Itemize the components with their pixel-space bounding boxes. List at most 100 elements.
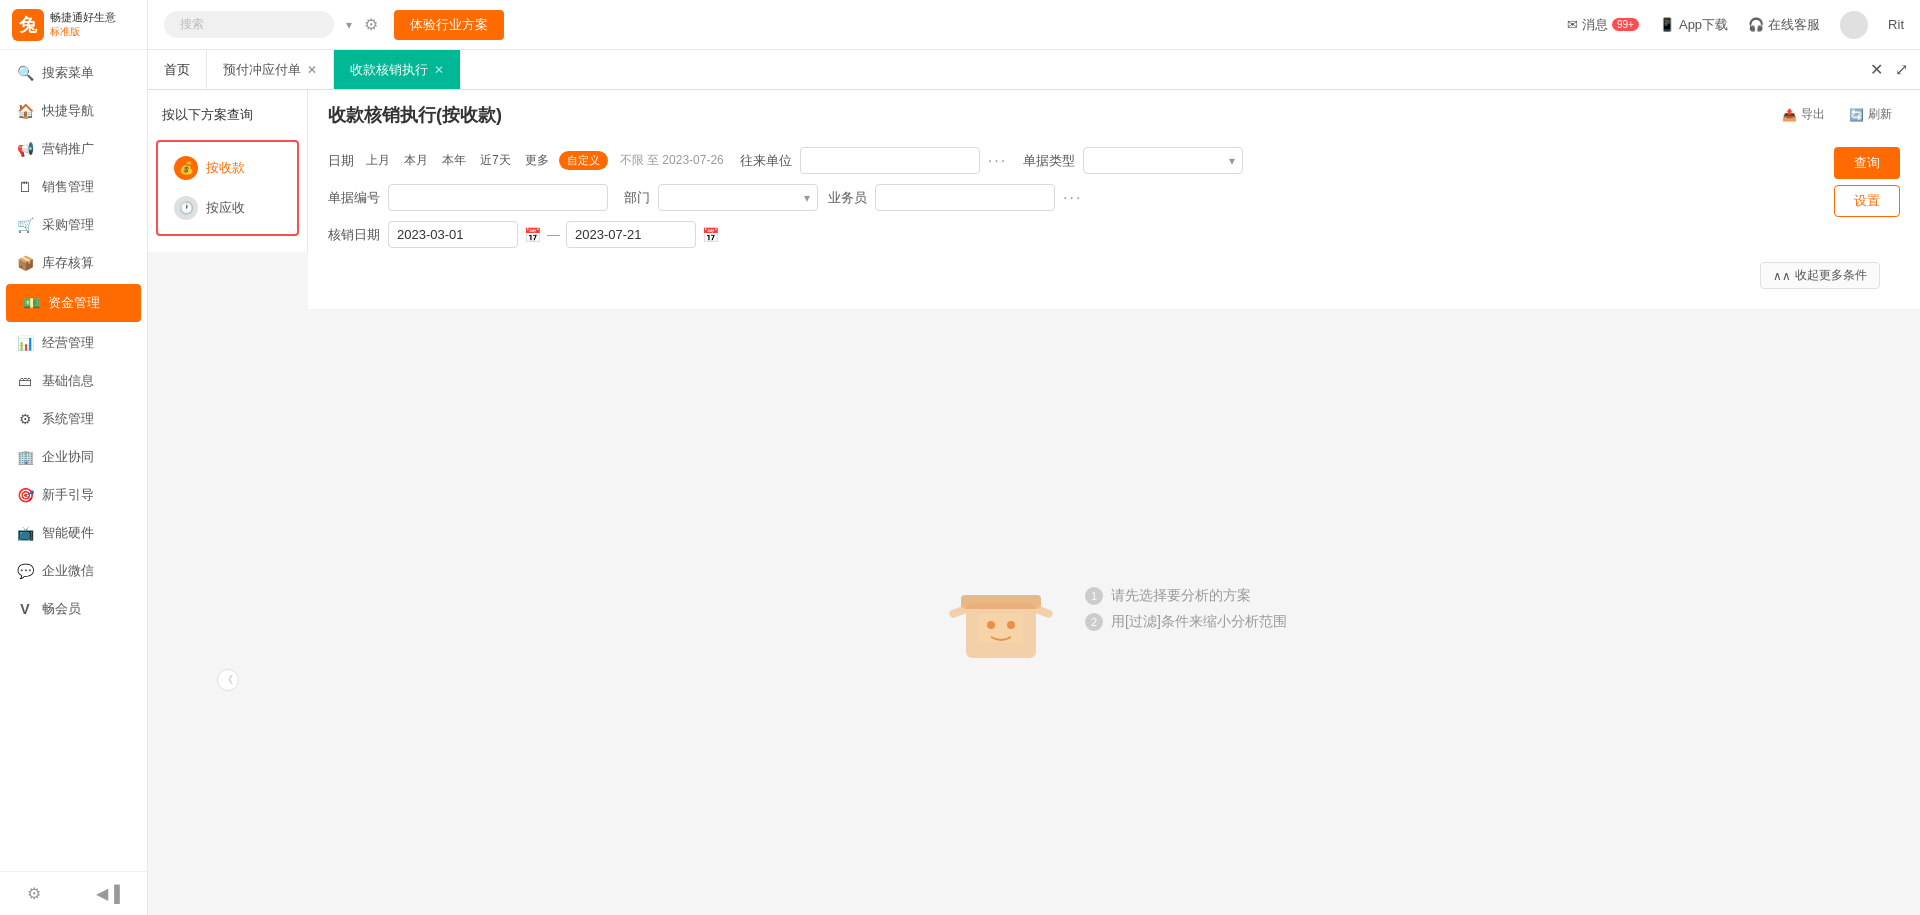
salesperson-dots-button[interactable]: ··· xyxy=(1063,189,1082,207)
svg-rect-6 xyxy=(1034,605,1054,619)
industry-solution-button[interactable]: 体验行业方案 xyxy=(394,10,504,40)
sidebar-label-purchase: 采购管理 xyxy=(42,216,94,234)
settings-bottom-icon[interactable]: ⚙ xyxy=(19,880,49,907)
sidebar-item-member[interactable]: V 畅会员 xyxy=(0,590,147,628)
doc-number-group: 单据编号 xyxy=(328,184,608,211)
sidebar-item-system[interactable]: ⚙ 系统管理 xyxy=(0,400,147,438)
export-icon: 📤 xyxy=(1782,108,1797,122)
export-label: 导出 xyxy=(1801,106,1825,123)
sidebar-label-sales: 销售管理 xyxy=(42,178,94,196)
filter-item-by-receivable[interactable]: 🕐 按应收 xyxy=(162,188,293,228)
receipt-filter-icon: 💰 xyxy=(174,156,198,180)
tabbar-controls: ✕ ⤢ xyxy=(1858,50,1920,89)
refresh-button[interactable]: 🔄 刷新 xyxy=(1841,102,1900,127)
query-button[interactable]: 查询 xyxy=(1834,147,1900,179)
filter-panel-border: 💰 按收款 🕐 按应收 xyxy=(156,140,299,236)
verification-date-end-input[interactable] xyxy=(566,221,696,248)
verification-date-group: 核销日期 📅 — 📅 xyxy=(328,221,719,248)
sidebar-item-finance[interactable]: 💵 资金管理 xyxy=(6,284,141,322)
app-edition: 标准版 xyxy=(50,25,116,39)
maximize-icon[interactable]: ⤢ xyxy=(1895,60,1908,79)
doc-type-select-wrapper xyxy=(1083,147,1243,174)
tab-home-label: 首页 xyxy=(164,61,190,79)
collapse-more-button[interactable]: ∧∧ 收起更多条件 xyxy=(1760,262,1880,289)
salesperson-label: 业务员 xyxy=(828,189,867,207)
doc-type-select[interactable] xyxy=(1083,147,1243,174)
department-select-wrapper xyxy=(658,184,818,211)
tab-home[interactable]: 首页 xyxy=(148,50,207,89)
filter-panel-collapse-button[interactable]: 《 xyxy=(217,669,239,691)
salesperson-input[interactable] xyxy=(875,184,1055,211)
sidebar: 兔 畅捷通好生意 标准版 🔍 搜索菜单 🏠 快捷导航 📢 营销推广 🗒 销售管理… xyxy=(0,0,148,915)
sidebar-item-inventory[interactable]: 📦 库存核算 xyxy=(0,244,147,282)
sidebar-item-sales[interactable]: 🗒 销售管理 xyxy=(0,168,147,206)
doc-number-label: 单据编号 xyxy=(328,189,380,207)
verification-date-end-cal-icon[interactable]: 📅 xyxy=(702,227,719,243)
sidebar-item-marketing[interactable]: 📢 营销推广 xyxy=(0,130,147,168)
collapse-sidebar-icon[interactable]: ◀▐ xyxy=(88,880,127,907)
filter-item-by-receipt[interactable]: 💰 按收款 xyxy=(162,148,293,188)
svg-point-4 xyxy=(1007,621,1015,629)
date-btn-this-year[interactable]: 本年 xyxy=(438,150,470,171)
sidebar-item-operations[interactable]: 📊 经营管理 xyxy=(0,324,147,362)
guide-icon: 🎯 xyxy=(16,486,34,504)
collapse-chevron-icon: ∧∧ xyxy=(1773,269,1791,283)
app-download-button[interactable]: 📱 App下载 xyxy=(1659,16,1728,34)
refresh-icon: 🔄 xyxy=(1849,108,1864,122)
sidebar-item-guide[interactable]: 🎯 新手引导 xyxy=(0,476,147,514)
export-button[interactable]: 📤 导出 xyxy=(1774,102,1833,127)
date-btn-this-month[interactable]: 本月 xyxy=(400,150,432,171)
date-btn-last-month[interactable]: 上月 xyxy=(362,150,394,171)
sidebar-label-guide: 新手引导 xyxy=(42,486,94,504)
sidebar-label-basic-info: 基础信息 xyxy=(42,372,94,390)
message-label: 消息 xyxy=(1582,16,1608,34)
sidebar-item-purchase[interactable]: 🛒 采购管理 xyxy=(0,206,147,244)
counterparty-group: 往来单位 ··· xyxy=(740,147,1007,174)
date-btn-custom[interactable]: 自定义 xyxy=(559,151,608,170)
topbar-gear-icon[interactable]: ⚙ xyxy=(364,15,378,34)
tab-prepay-close-icon[interactable]: ✕ xyxy=(307,63,317,77)
sidebar-item-basic-info[interactable]: 🗃 基础信息 xyxy=(0,362,147,400)
user-name: Rit xyxy=(1888,17,1904,32)
department-select[interactable] xyxy=(658,184,818,211)
tab-receipt-close-icon[interactable]: ✕ xyxy=(434,63,444,77)
online-service-button[interactable]: 🎧 在线客服 xyxy=(1748,16,1820,34)
sidebar-item-enterprise-coop[interactable]: 🏢 企业协同 xyxy=(0,438,147,476)
user-avatar[interactable] xyxy=(1840,11,1868,39)
close-window-icon[interactable]: ✕ xyxy=(1870,60,1883,79)
page-header: 收款核销执行(按收款) 📤 导出 🔄 刷新 xyxy=(308,90,1920,135)
date-btn-7days[interactable]: 近7天 xyxy=(476,150,515,171)
empty-hint-1-text: 请先选择要分析的方案 xyxy=(1111,587,1251,605)
doc-number-input[interactable] xyxy=(388,184,608,211)
tab-receipt[interactable]: 收款核销执行 ✕ xyxy=(334,50,461,89)
sidebar-label-quick-nav: 快捷导航 xyxy=(42,102,94,120)
settings-button[interactable]: 设置 xyxy=(1834,185,1900,217)
sidebar-label-enterprise-coop: 企业协同 xyxy=(42,448,94,466)
member-icon: V xyxy=(16,600,34,618)
salesperson-group: 业务员 ··· xyxy=(828,184,1082,211)
smart-hw-icon: 📺 xyxy=(16,524,34,542)
sidebar-item-wechat[interactable]: 💬 企业微信 xyxy=(0,552,147,590)
date-btn-more[interactable]: 更多 xyxy=(521,150,553,171)
wechat-icon: 💬 xyxy=(16,562,34,580)
topbar-search-box[interactable]: 搜索 xyxy=(164,11,334,38)
empty-state: 1 请先选择要分析的方案 2 用[过滤]条件来缩小分析范围 xyxy=(308,310,1920,915)
operations-icon: 📊 xyxy=(16,334,34,352)
sidebar-label-member: 畅会员 xyxy=(42,600,81,618)
refresh-label: 刷新 xyxy=(1868,106,1892,123)
message-button[interactable]: ✉ 消息 99+ xyxy=(1567,16,1639,34)
verification-date-start-input[interactable] xyxy=(388,221,518,248)
app-download-icon: 📱 xyxy=(1659,17,1675,32)
counterparty-dots-button[interactable]: ··· xyxy=(988,152,1007,170)
filter-item-receipt-label: 按收款 xyxy=(206,159,245,177)
tab-prepay[interactable]: 预付冲应付单 ✕ xyxy=(207,50,334,89)
topbar-chevron-icon[interactable]: ▾ xyxy=(346,18,352,32)
content-area: 按以下方案查询 💰 按收款 🕐 按应收 《 收款核销执行(按收款) xyxy=(148,90,1920,915)
verification-date-start-cal-icon[interactable]: 📅 xyxy=(524,227,541,243)
sidebar-item-quick-nav[interactable]: 🏠 快捷导航 xyxy=(0,92,147,130)
enterprise-coop-icon: 🏢 xyxy=(16,448,34,466)
form-row-1: 日期 上月 本月 本年 近7天 更多 自定义 不限 至 2023-07-26 xyxy=(328,147,1822,174)
sidebar-item-smart-hw[interactable]: 📺 智能硬件 xyxy=(0,514,147,552)
counterparty-input[interactable] xyxy=(800,147,980,174)
sidebar-item-search[interactable]: 🔍 搜索菜单 xyxy=(0,54,147,92)
